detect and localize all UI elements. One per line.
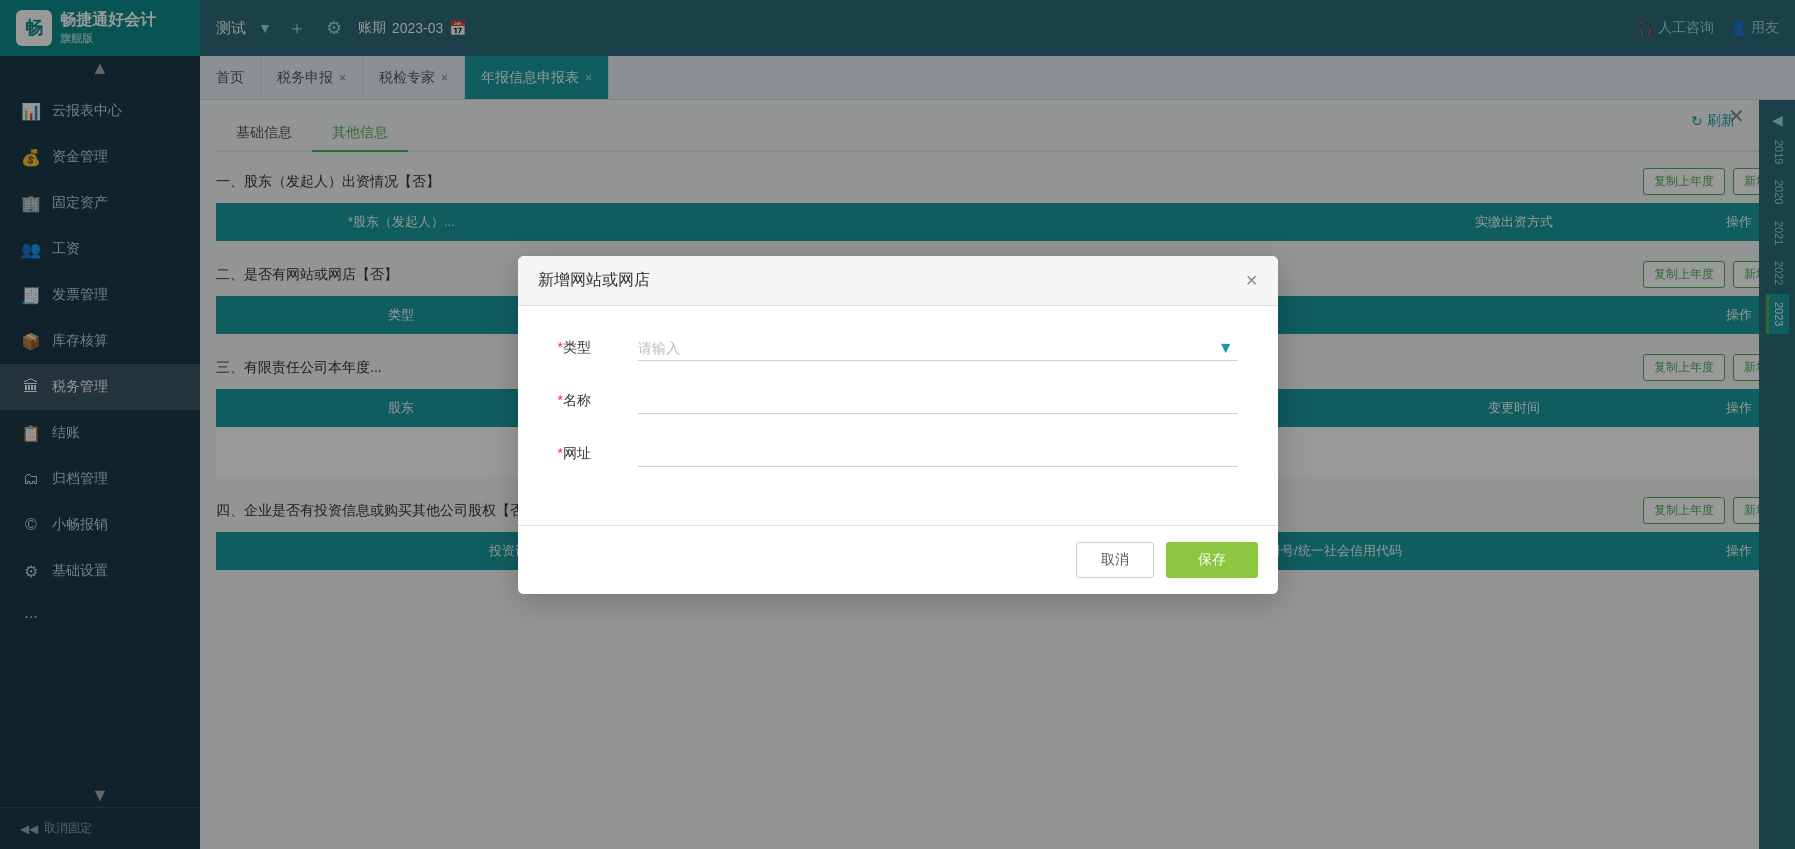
modal-overlay: 新增网站或网店 × *类型 ▼ *名称 <box>0 0 1795 849</box>
type-input-wrap: ▼ <box>638 336 1238 361</box>
name-label: *名称 <box>558 392 638 410</box>
url-input-wrap <box>638 442 1238 467</box>
modal-header: 新增网站或网店 × <box>518 256 1278 306</box>
type-dropdown-icon[interactable]: ▼ <box>1218 339 1234 357</box>
form-row-name: *名称 <box>558 389 1238 414</box>
modal-footer: 取消 保存 <box>518 525 1278 594</box>
type-label: *类型 <box>558 339 638 357</box>
cancel-button[interactable]: 取消 <box>1076 542 1154 578</box>
modal-add-website: 新增网站或网店 × *类型 ▼ *名称 <box>518 256 1278 594</box>
type-label-text: 类型 <box>563 339 591 355</box>
form-row-url: *网址 <box>558 442 1238 467</box>
url-input[interactable] <box>638 442 1238 466</box>
type-input[interactable] <box>638 336 1238 360</box>
name-input-wrap <box>638 389 1238 414</box>
save-button[interactable]: 保存 <box>1166 542 1258 578</box>
modal-close-button[interactable]: × <box>1246 270 1258 290</box>
modal-body: *类型 ▼ *名称 *网址 <box>518 306 1278 525</box>
modal-title: 新增网站或网店 <box>538 270 650 291</box>
name-label-text: 名称 <box>563 392 591 408</box>
url-label-text: 网址 <box>563 445 591 461</box>
url-label: *网址 <box>558 445 638 463</box>
name-input[interactable] <box>638 389 1238 413</box>
form-row-type: *类型 ▼ <box>558 336 1238 361</box>
